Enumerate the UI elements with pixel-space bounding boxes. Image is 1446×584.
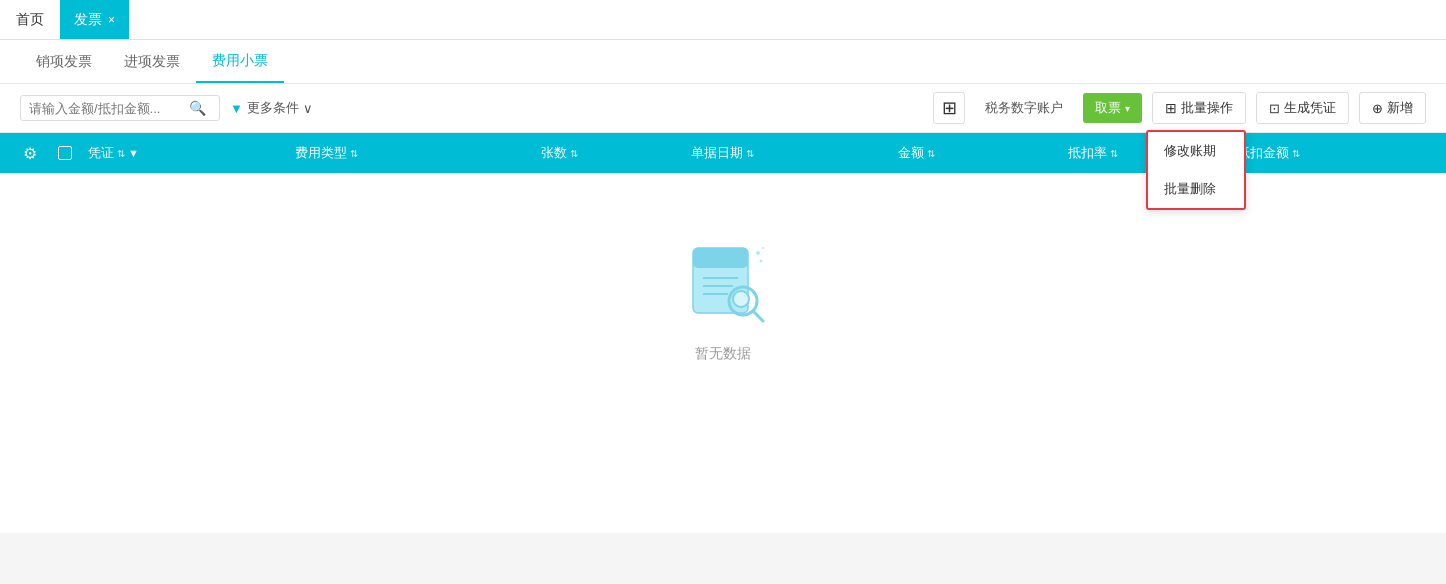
take-ticket-label: 取票 <box>1095 99 1121 117</box>
batch-op-label: 批量操作 <box>1181 99 1233 117</box>
add-label: 新增 <box>1387 99 1413 117</box>
sub-nav-purchase-invoice[interactable]: 进项发票 <box>108 40 196 83</box>
header-checkbox[interactable] <box>58 146 72 160</box>
voucher-sort-icon[interactable]: ⇅ <box>117 148 125 159</box>
th-check <box>50 146 80 160</box>
qr-button[interactable]: ⊞ <box>933 92 965 124</box>
take-ticket-button[interactable]: 取票 ▾ <box>1083 93 1142 123</box>
empty-icon <box>673 233 773 333</box>
voucher-filter-icon[interactable]: ▼ <box>128 147 139 159</box>
take-ticket-arrow: ▾ <box>1125 103 1130 114</box>
filter-icon: ▼ <box>230 101 243 116</box>
th-count: 张数 ⇅ <box>533 144 683 162</box>
gen-voucher-button[interactable]: ⊡ 生成凭证 <box>1256 92 1349 124</box>
search-box[interactable]: 🔍 <box>20 95 220 121</box>
qr-icon: ⊞ <box>942 97 957 119</box>
svg-point-6 <box>733 291 749 307</box>
svg-line-7 <box>753 311 763 321</box>
svg-point-10 <box>762 247 764 249</box>
sub-nav-purchase-label: 进项发票 <box>124 53 180 71</box>
sub-nav: 销项发票 进项发票 费用小票 <box>0 40 1446 84</box>
count-sort-icon[interactable]: ⇅ <box>570 148 578 159</box>
sub-nav-expense-ticket[interactable]: 费用小票 <box>196 40 284 83</box>
batch-op-button[interactable]: ⊞ 批量操作 <box>1152 92 1246 124</box>
search-icon[interactable]: 🔍 <box>189 100 206 116</box>
home-tab[interactable]: 首页 <box>0 0 60 39</box>
svg-point-9 <box>760 260 763 263</box>
date-sort-icon[interactable]: ⇅ <box>746 148 754 159</box>
toolbar: 🔍 ▼ 更多条件 ∨ ⊞ 税务数字账户 取票 ▾ <box>0 84 1446 133</box>
batch-op-container: ⊞ 批量操作 修改账期 批量删除 <box>1152 92 1246 124</box>
th-settings: ⚙ <box>10 144 50 163</box>
expense-type-sort-icon[interactable]: ⇅ <box>350 148 358 159</box>
toolbar-right: ⊞ 税务数字账户 取票 ▾ ⊞ 批量操作 修改账期 <box>933 92 1426 124</box>
th-amount: 金额 ⇅ <box>890 144 1059 162</box>
filter-button[interactable]: ▼ 更多条件 ∨ <box>230 99 313 117</box>
add-button[interactable]: ⊕ 新增 <box>1359 92 1426 124</box>
amount-sort-icon[interactable]: ⇅ <box>927 148 935 159</box>
invoice-tab[interactable]: 发票 × <box>60 0 129 39</box>
filter-arrow: ∨ <box>303 101 313 116</box>
th-date: 单据日期 ⇅ <box>683 144 890 162</box>
tax-account-button[interactable]: 税务数字账户 <box>975 94 1073 122</box>
deduct-rate-sort-icon[interactable]: ⇅ <box>1110 148 1118 159</box>
th-expense-type: 费用类型 ⇅ <box>287 144 533 162</box>
svg-rect-1 <box>693 248 748 268</box>
deduct-amount-sort-icon[interactable]: ⇅ <box>1292 148 1300 159</box>
search-input[interactable] <box>29 101 189 116</box>
tax-account-label: 税务数字账户 <box>985 99 1063 117</box>
th-deduct-amount: 抵扣金额 ⇅ <box>1229 144 1436 162</box>
batch-op-icon: ⊞ <box>1165 100 1177 116</box>
sub-nav-sales-label: 销项发票 <box>36 53 92 71</box>
dropdown-batch-delete[interactable]: 批量删除 <box>1148 170 1244 208</box>
gen-voucher-icon: ⊡ <box>1269 101 1280 116</box>
toolbar-left: 🔍 ▼ 更多条件 ∨ <box>20 95 313 121</box>
invoice-tab-close[interactable]: × <box>108 13 115 27</box>
add-icon: ⊕ <box>1372 101 1383 116</box>
gen-voucher-label: 生成凭证 <box>1284 99 1336 117</box>
dropdown-modify-period[interactable]: 修改账期 <box>1148 132 1244 170</box>
th-voucher: 凭证 ⇅ ▼ <box>80 144 287 162</box>
svg-point-8 <box>756 251 760 255</box>
empty-text: 暂无数据 <box>695 345 751 363</box>
sub-nav-sales-invoice[interactable]: 销项发票 <box>20 40 108 83</box>
gear-icon[interactable]: ⚙ <box>23 144 37 163</box>
invoice-tab-label: 发票 <box>74 11 102 29</box>
batch-op-dropdown: 修改账期 批量删除 <box>1146 130 1246 210</box>
filter-label: 更多条件 <box>247 99 299 117</box>
top-nav: 首页 发票 × <box>0 0 1446 40</box>
sub-nav-expense-label: 费用小票 <box>212 52 268 70</box>
